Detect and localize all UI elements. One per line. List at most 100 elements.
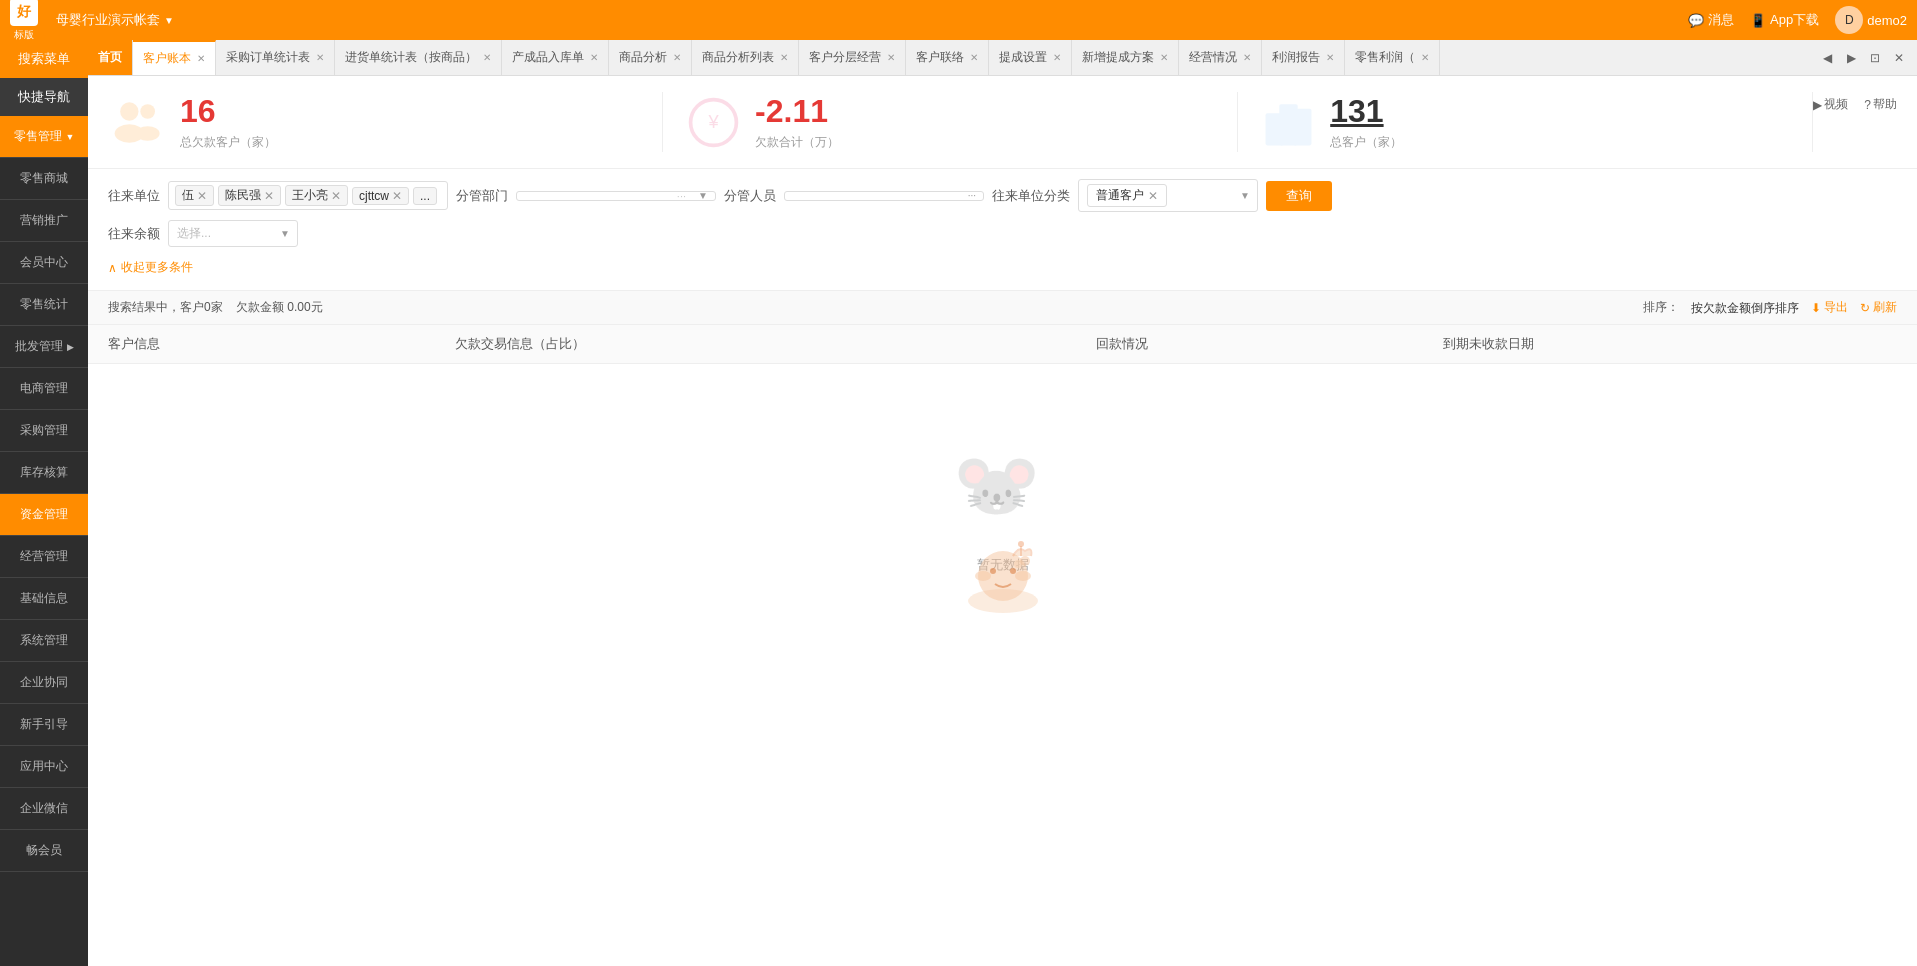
dept-clear-icon[interactable]: ··· [677, 190, 686, 202]
export-button[interactable]: ⬇ 导出 [1811, 299, 1848, 316]
sidebar-item-finance[interactable]: 资金管理 [0, 494, 88, 536]
sidebar-item-retail-stats[interactable]: 零售统计 [0, 284, 88, 326]
sidebar-search[interactable]: 搜索菜单 [0, 40, 88, 78]
tab-retail-profit-close[interactable]: ✕ [1421, 52, 1429, 63]
app-download-button[interactable]: 📱 App下载 [1750, 11, 1819, 29]
tab-restore-button[interactable]: ⊡ [1865, 48, 1885, 68]
sidebar-nav[interactable]: 快捷导航 [0, 78, 88, 116]
remove-persona-tag[interactable]: ✕ [1148, 189, 1158, 203]
total-customers-label: 总客户（家） [1330, 134, 1402, 151]
tab-customer-segment[interactable]: 客户分层经营 ✕ [799, 40, 906, 76]
top-bar: 好 标版 母婴行业演示帐套 ▼ 💬 消息 📱 App下载 D demo2 [0, 0, 1917, 40]
sidebar-item-basic-info[interactable]: 基础信息 [0, 578, 88, 620]
total-owing-amount-value: -2.11 [755, 93, 839, 130]
tab-goods-analysis-list-close[interactable]: ✕ [780, 52, 788, 63]
tab-goods-analysis[interactable]: 商品分析 ✕ [609, 40, 692, 76]
tab-operations-close[interactable]: ✕ [1243, 52, 1251, 63]
tab-retail-profit[interactable]: 零售利润（ ✕ [1345, 40, 1440, 76]
message-icon: 💬 [1688, 13, 1704, 28]
tab-profit-report-label: 利润报告 [1272, 49, 1320, 66]
remove-tag-wang[interactable]: ✕ [331, 189, 341, 203]
unit-filter-area[interactable]: 伍 ✕ 陈民强 ✕ 王小亮 ✕ [168, 181, 448, 210]
tab-customer-contact-close[interactable]: ✕ [970, 52, 978, 63]
sidebar-item-app-center[interactable]: 应用中心 [0, 746, 88, 788]
retail-arrow-icon: ▼ [66, 132, 75, 142]
dept-filter[interactable] [516, 191, 716, 201]
video-link[interactable]: ▶ 视频 [1813, 96, 1848, 113]
tab-product-in-close[interactable]: ✕ [590, 52, 598, 63]
collapse-button[interactable]: ∧ 收起更多条件 [108, 259, 1897, 276]
tab-home[interactable]: 首页 [88, 40, 133, 76]
sidebar-item-wholesale[interactable]: 批发管理 ▶ [0, 326, 88, 368]
person-filter[interactable] [784, 191, 984, 201]
industry-selector[interactable]: 母婴行业演示帐套 ▼ [56, 11, 174, 29]
marketing-label: 营销推广 [20, 213, 68, 227]
query-button[interactable]: 查询 [1266, 181, 1332, 211]
tab-goods-analysis-close[interactable]: ✕ [673, 52, 681, 63]
filter-tag-cjttcw: cjttcw ✕ [352, 187, 409, 205]
sort-dropdown[interactable]: 按欠款金额倒序排序 [1691, 301, 1799, 315]
sidebar-item-purchase[interactable]: 采购管理 [0, 410, 88, 452]
tab-purchase-order[interactable]: 采购订单统计表 ✕ [216, 40, 335, 76]
sidebar-item-enterprise-wx[interactable]: 企业微信 [0, 788, 88, 830]
tab-stock-stats[interactable]: 进货单统计表（按商品） ✕ [335, 40, 502, 76]
sidebar-item-vip[interactable]: 畅会员 [0, 830, 88, 872]
sort-label: 排序： [1643, 299, 1679, 316]
svg-point-16 [1020, 556, 1030, 566]
tab-close-all-button[interactable]: ✕ [1889, 48, 1909, 68]
sidebar-item-enterprise[interactable]: 企业协同 [0, 662, 88, 704]
industry-arrow-icon: ▼ [164, 15, 174, 26]
remove-tag-wu[interactable]: ✕ [197, 189, 207, 203]
unit-class-filter-wrap: 普通客户 ✕ ▼ [1078, 179, 1258, 212]
sidebar-item-ecommerce[interactable]: 电商管理 [0, 368, 88, 410]
filter-tag-more[interactable]: ... [413, 187, 437, 205]
tab-product-in[interactable]: 产成品入库单 ✕ [502, 40, 609, 76]
retail-stats-label: 零售统计 [20, 297, 68, 311]
tab-scroll-left-button[interactable]: ◀ [1817, 48, 1837, 68]
sidebar-item-operations[interactable]: 经营管理 [0, 536, 88, 578]
tab-new-promotion[interactable]: 新增提成方案 ✕ [1072, 40, 1179, 76]
svg-point-12 [1010, 568, 1016, 574]
tab-customer-cost-close[interactable]: ✕ [197, 53, 205, 64]
sidebar-item-member[interactable]: 会员中心 [0, 242, 88, 284]
tab-new-promotion-close[interactable]: ✕ [1160, 52, 1168, 63]
message-button[interactable]: 💬 消息 [1688, 11, 1734, 29]
tab-promotion-settings[interactable]: 提成设置 ✕ [989, 40, 1072, 76]
filter-row-2: 往来余额 选择... ▼ [108, 220, 1897, 247]
tab-promotion-settings-close[interactable]: ✕ [1053, 52, 1061, 63]
person-filter-label: 分管人员 [724, 187, 776, 205]
tab-operations[interactable]: 经营情况 ✕ [1179, 40, 1262, 76]
sidebar-item-retail[interactable]: 零售管理 ▼ [0, 116, 88, 158]
sidebar-item-retail-mall[interactable]: 零售商城 [0, 158, 88, 200]
tab-customer-cost[interactable]: 客户账本 ✕ [133, 40, 216, 76]
remain-placeholder: 选择... [177, 225, 211, 242]
wholesale-arrow-icon: ▶ [67, 342, 74, 352]
unit-class-filter[interactable]: 普通客户 ✕ [1078, 179, 1258, 212]
svg-point-3 [135, 126, 159, 141]
user-menu[interactable]: D demo2 [1835, 6, 1907, 34]
unit-filter-label: 往来单位 [108, 187, 160, 205]
tab-stock-stats-close[interactable]: ✕ [483, 52, 491, 63]
tab-customer-contact[interactable]: 客户联络 ✕ [906, 40, 989, 76]
refresh-button[interactable]: ↻ 刷新 [1860, 299, 1897, 316]
help-link[interactable]: ? 帮助 [1864, 96, 1897, 113]
remain-filter-wrap: 选择... ▼ [168, 220, 298, 247]
sidebar-item-marketing[interactable]: 营销推广 [0, 200, 88, 242]
stat-block-total-customers: 131 总客户（家） [1238, 92, 1813, 152]
sidebar-item-system[interactable]: 系统管理 [0, 620, 88, 662]
tab-scroll-right-button[interactable]: ▶ [1841, 48, 1861, 68]
tab-profit-report-close[interactable]: ✕ [1326, 52, 1334, 63]
remove-tag-chen[interactable]: ✕ [264, 189, 274, 203]
sidebar-item-inventory[interactable]: 库存核算 [0, 452, 88, 494]
tab-purchase-order-close[interactable]: ✕ [316, 52, 324, 63]
remain-filter[interactable]: 选择... [168, 220, 298, 247]
remove-tag-cjttcw[interactable]: ✕ [392, 189, 402, 203]
tab-customer-segment-close[interactable]: ✕ [887, 52, 895, 63]
tab-goods-analysis-list[interactable]: 商品分析列表 ✕ [692, 40, 799, 76]
tab-profit-report[interactable]: 利润报告 ✕ [1262, 40, 1345, 76]
unit-class-filter-label: 往来单位分类 [992, 187, 1070, 205]
filter-tag-wang: 王小亮 ✕ [285, 185, 348, 206]
video-label: 视频 [1824, 96, 1848, 113]
sidebar-item-beginner[interactable]: 新手引导 [0, 704, 88, 746]
person-filter-wrap: ··· [784, 191, 984, 201]
